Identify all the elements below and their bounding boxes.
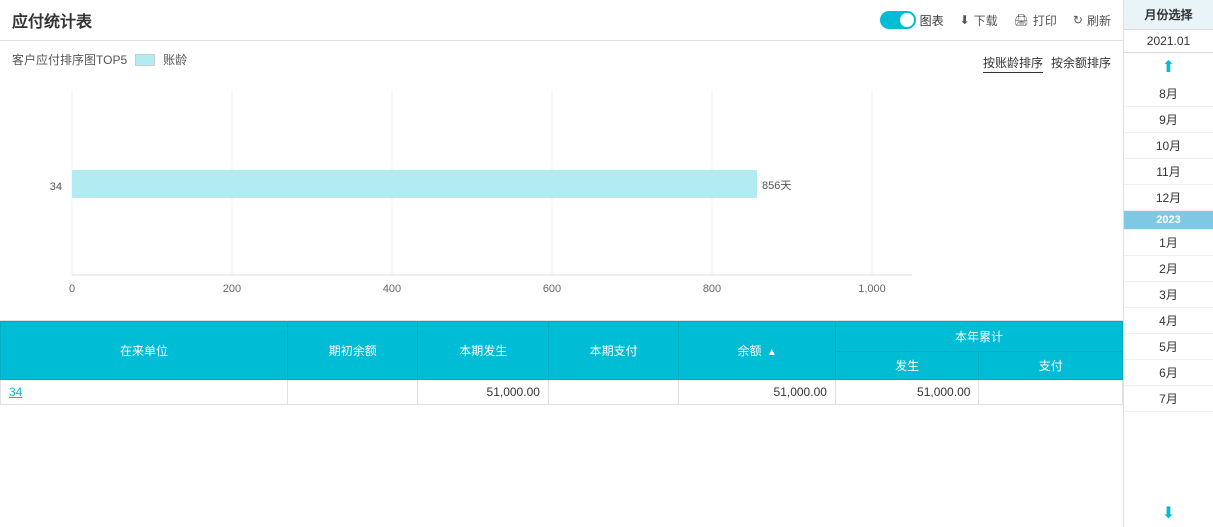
toggle-thumb: [900, 13, 914, 27]
col-ytd: 本年累计: [835, 322, 1122, 352]
refresh-label: 刷新: [1087, 12, 1111, 29]
chart-section: 客户应付排序图TOP5 账龄 按账龄排序 按余额排序 0 200 400: [0, 41, 1123, 320]
cell-opening-balance: [288, 380, 418, 405]
table-section: 在来单位 期初余额 本期发生 本期支付 余额 ▲ 本年累计 发生 支付: [0, 320, 1123, 527]
chart-toggle-label: 图表: [920, 12, 944, 29]
refresh-icon: ↻: [1073, 13, 1083, 27]
sort-by-amount-button[interactable]: 按余额排序: [1051, 54, 1111, 73]
col-balance: 余额 ▲: [679, 322, 836, 380]
svg-text:800: 800: [703, 283, 721, 295]
month-item-6[interactable]: 6月: [1124, 360, 1213, 386]
month-item-10[interactable]: 10月: [1124, 133, 1213, 159]
month-item-7[interactable]: 7月: [1124, 386, 1213, 412]
cell-current-payment: [548, 380, 678, 405]
legend-box: [135, 54, 155, 66]
svg-text:200: 200: [223, 283, 241, 295]
chart-legend-title: 客户应付排序图TOP5: [12, 51, 127, 68]
table-wrapper: 在来单位 期初余额 本期发生 本期支付 余额 ▲ 本年累计 发生 支付: [0, 321, 1123, 405]
month-item-4[interactable]: 4月: [1124, 308, 1213, 334]
svg-text:34: 34: [50, 181, 62, 193]
bar-34: [72, 170, 757, 198]
sort-buttons: 按账龄排序 按余额排序: [983, 54, 1111, 73]
print-button[interactable]: 🖨 打印: [1014, 12, 1057, 29]
svg-text:400: 400: [383, 283, 401, 295]
chart-legend: 客户应付排序图TOP5 账龄: [12, 51, 187, 68]
page-title: 应付统计表: [12, 8, 92, 32]
svg-text:856天: 856天: [762, 180, 791, 192]
col-ytd-payment: 支付: [979, 352, 1123, 380]
svg-text:1,000: 1,000: [858, 283, 886, 295]
download-label: 下载: [974, 12, 998, 29]
col-current-occurrence: 本期发生: [418, 322, 548, 380]
page-header: 应付统计表 图表 ⬇ 下载 🖨 打印 ↻ 刷新: [0, 0, 1123, 41]
header-actions: 图表 ⬇ 下载 🖨 打印 ↻ 刷新: [880, 11, 1111, 29]
month-item-12[interactable]: 12月: [1124, 185, 1213, 211]
data-table: 在来单位 期初余额 本期发生 本期支付 余额 ▲ 本年累计 发生 支付: [0, 321, 1123, 405]
chart-toggle[interactable]: 图表: [880, 11, 944, 29]
chart-legend-box-label: 账龄: [163, 51, 187, 68]
balance-sort-icon: ▲: [767, 347, 777, 358]
month-item-2[interactable]: 2月: [1124, 256, 1213, 282]
bar-chart: 0 200 400 600 800 1,000 34 856天: [12, 80, 1111, 310]
cell-current-occurrence: 51,000.00: [418, 380, 548, 405]
svg-text:600: 600: [543, 283, 561, 295]
sidebar-header: 月份选择: [1124, 0, 1213, 30]
table-body: 34 51,000.00 51,000.00 51,000.00: [1, 380, 1123, 405]
month-item-9[interactable]: 9月: [1124, 107, 1213, 133]
sidebar: 月份选择 2021.01 ⬆ 8月 9月 10月 11月 12月 2023 1月…: [1123, 0, 1213, 527]
month-item-3[interactable]: 3月: [1124, 282, 1213, 308]
col-ytd-occurrence: 发生: [835, 352, 979, 380]
cell-ytd-occurrence: 51,000.00: [835, 380, 979, 405]
toggle-track[interactable]: [880, 11, 916, 29]
col-opening-balance: 期初余额: [288, 322, 418, 380]
cell-vendor[interactable]: 34: [1, 380, 288, 405]
download-button[interactable]: ⬇ 下载: [960, 12, 998, 29]
sidebar-current-value: 2021.01: [1124, 30, 1213, 53]
table-header-row-top: 在来单位 期初余额 本期发生 本期支付 余额 ▲ 本年累计: [1, 322, 1123, 352]
cell-balance: 51,000.00: [679, 380, 836, 405]
sort-by-balance-button[interactable]: 按账龄排序: [983, 54, 1043, 73]
year-label-2023[interactable]: 2023: [1124, 211, 1213, 230]
scroll-down-button[interactable]: ⬇: [1124, 499, 1213, 527]
print-icon: 🖨: [1014, 13, 1029, 27]
chart-legend-row: 客户应付排序图TOP5 账龄 按账龄排序 按余额排序: [12, 51, 1111, 76]
table-row: 34 51,000.00 51,000.00 51,000.00: [1, 380, 1123, 405]
download-icon: ⬇: [960, 13, 970, 27]
sidebar-month-list: 8月 9月 10月 11月 12月 2023 1月 2月 3月 4月 5月 6月…: [1124, 81, 1213, 499]
col-vendor: 在来单位: [1, 322, 288, 380]
month-item-5[interactable]: 5月: [1124, 334, 1213, 360]
svg-text:0: 0: [69, 283, 75, 295]
scroll-up-button[interactable]: ⬆: [1124, 53, 1213, 81]
month-item-1[interactable]: 1月: [1124, 230, 1213, 256]
month-item-8[interactable]: 8月: [1124, 81, 1213, 107]
month-item-11[interactable]: 11月: [1124, 159, 1213, 185]
cell-ytd-payment: [979, 380, 1123, 405]
print-label: 打印: [1033, 12, 1057, 29]
col-current-payment: 本期支付: [548, 322, 678, 380]
refresh-button[interactable]: ↻ 刷新: [1073, 12, 1111, 29]
